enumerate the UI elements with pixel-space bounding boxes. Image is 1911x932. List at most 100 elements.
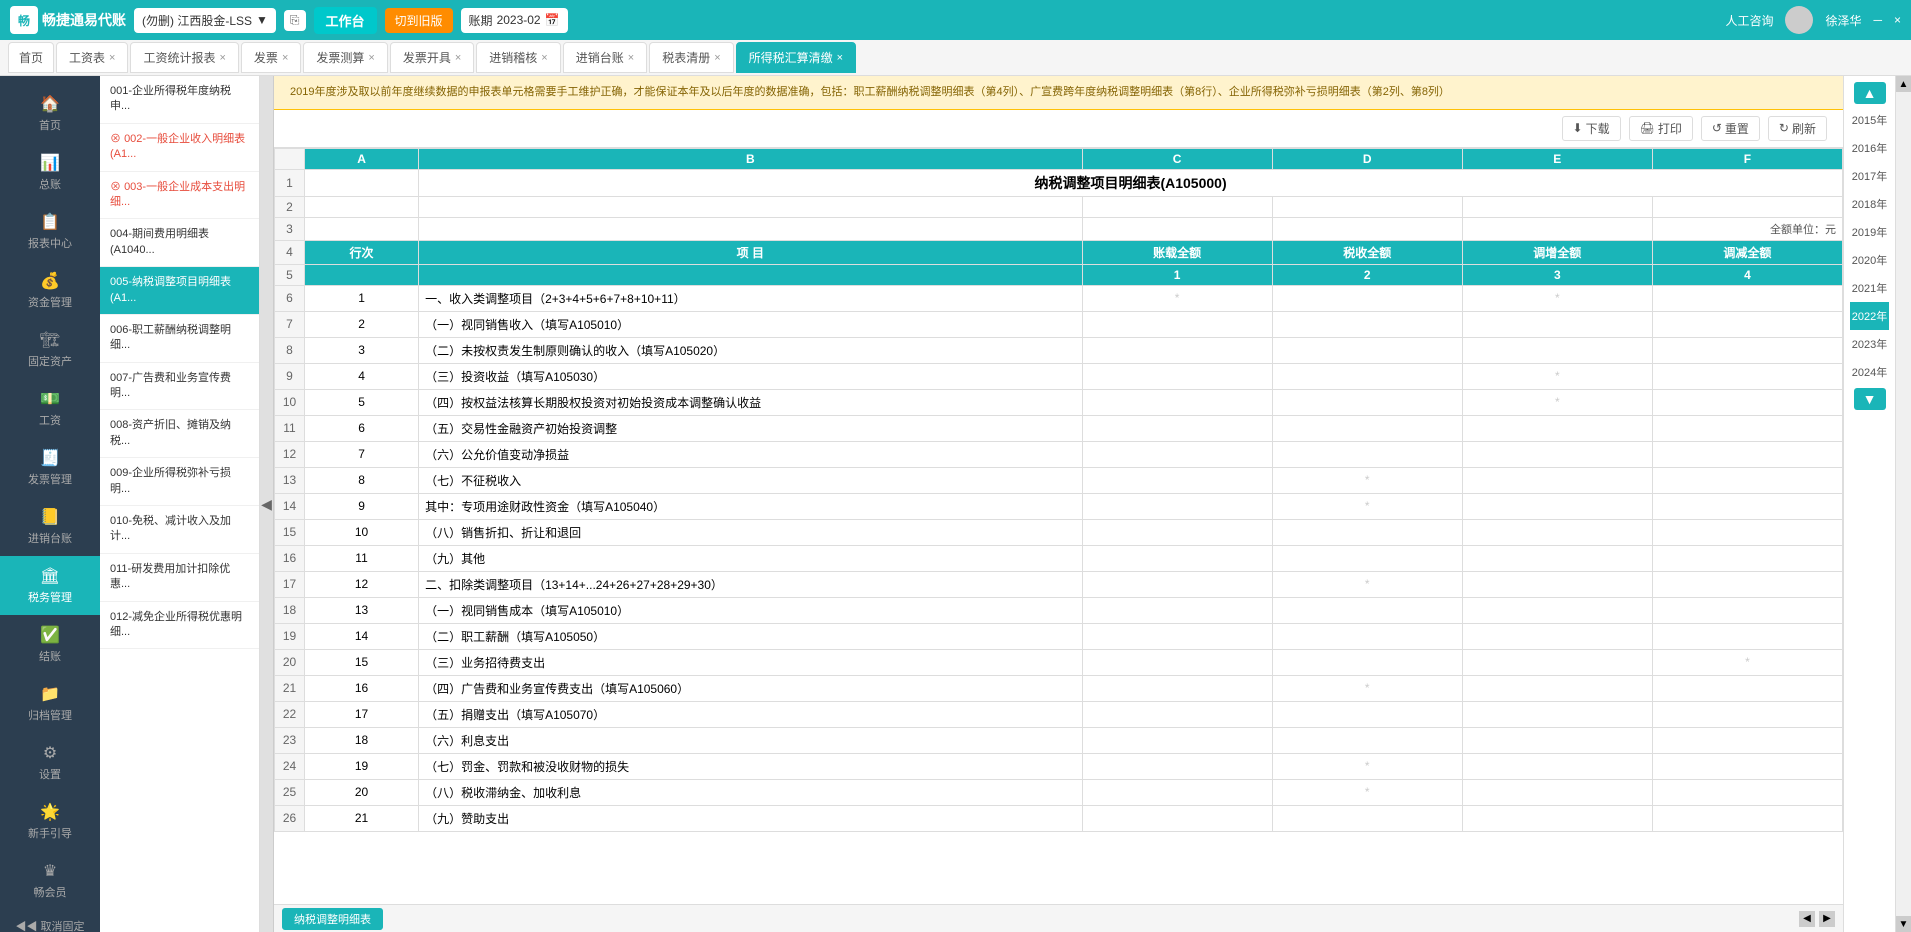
cell-e-7[interactable] bbox=[1462, 311, 1652, 337]
cell-d-17[interactable]: * bbox=[1272, 571, 1462, 597]
cell-e-18[interactable] bbox=[1462, 597, 1652, 623]
cell-f-15[interactable] bbox=[1652, 519, 1842, 545]
cell-c-17[interactable] bbox=[1082, 571, 1272, 597]
cell-e-6[interactable]: * bbox=[1462, 285, 1652, 311]
cell-b-6[interactable]: 一、收入类调整项目（2+3+4+5+6+7+8+10+11） bbox=[419, 285, 1083, 311]
list-item-008[interactable]: 008-资产折旧、摊销及纳税... bbox=[100, 410, 259, 458]
cell-d-11[interactable] bbox=[1272, 415, 1462, 441]
window-minimize[interactable]: ─ bbox=[1873, 13, 1882, 27]
cell-d-6[interactable] bbox=[1272, 285, 1462, 311]
tab-income-tax[interactable]: 所得税汇算清缴 × bbox=[736, 42, 856, 73]
year-item-2020年[interactable]: 2020年 bbox=[1850, 246, 1889, 274]
cell-b-23[interactable]: （六）利息支出 bbox=[419, 727, 1083, 753]
cell-a-22[interactable]: 17 bbox=[305, 701, 419, 727]
cell-e-20[interactable] bbox=[1462, 649, 1652, 675]
scroll-up-button[interactable]: ▲ bbox=[1896, 76, 1911, 92]
cell-f-16[interactable] bbox=[1652, 545, 1842, 571]
scroll-left-button[interactable]: ◀ bbox=[1799, 911, 1815, 927]
list-item-011[interactable]: 011-研发费用加计扣除优惠... bbox=[100, 554, 259, 602]
download-button[interactable]: ⬇ 下载 bbox=[1562, 116, 1621, 141]
cell-b-12[interactable]: （六）公允价值变动净损益 bbox=[419, 441, 1083, 467]
tab-sales-ledger-close[interactable]: × bbox=[628, 52, 634, 64]
list-item-006[interactable]: 006-职工薪酬纳税调整明细... bbox=[100, 315, 259, 363]
cell-d-13[interactable]: * bbox=[1272, 467, 1462, 493]
cell-c-11[interactable] bbox=[1082, 415, 1272, 441]
cell-e-16[interactable] bbox=[1462, 545, 1652, 571]
scroll-right-button[interactable]: ▶ bbox=[1819, 911, 1835, 927]
cell-c-10[interactable] bbox=[1082, 389, 1272, 415]
tab-tax-list-close[interactable]: × bbox=[714, 52, 720, 64]
cell-c-14[interactable] bbox=[1082, 493, 1272, 519]
cell-a-17[interactable]: 12 bbox=[305, 571, 419, 597]
cell-c-22[interactable] bbox=[1082, 701, 1272, 727]
workbench-button[interactable]: 工作台 bbox=[314, 7, 377, 34]
cell-e-12[interactable] bbox=[1462, 441, 1652, 467]
tab-income-tax-close[interactable]: × bbox=[837, 52, 843, 64]
cell-d-22[interactable] bbox=[1272, 701, 1462, 727]
cell-e-23[interactable] bbox=[1462, 727, 1652, 753]
list-item-004[interactable]: 004-期间费用明细表(A1040... bbox=[100, 219, 259, 267]
cell-e-17[interactable] bbox=[1462, 571, 1652, 597]
tab-salary-report[interactable]: 工资统计报表 × bbox=[130, 42, 238, 73]
tab-salary-close[interactable]: × bbox=[109, 52, 115, 64]
year-down-button[interactable]: ▼ bbox=[1854, 388, 1886, 410]
cell-a-10[interactable]: 5 bbox=[305, 389, 419, 415]
tab-invoice-calc[interactable]: 发票测算 × bbox=[303, 42, 387, 73]
company-selector[interactable]: (勿删) 江西股金-LSS ▼ bbox=[134, 8, 276, 33]
copy-button[interactable]: ⎘ bbox=[284, 10, 306, 31]
cell-c-9[interactable] bbox=[1082, 363, 1272, 389]
year-up-button[interactable]: ▲ bbox=[1854, 82, 1886, 104]
year-item-2016年[interactable]: 2016年 bbox=[1850, 134, 1889, 162]
cell-a-12[interactable]: 7 bbox=[305, 441, 419, 467]
year-item-2024年[interactable]: 2024年 bbox=[1850, 358, 1889, 386]
cell-b-19[interactable]: （二）职工薪酬（填写A105050） bbox=[419, 623, 1083, 649]
cell-b-17[interactable]: 二、扣除类调整项目（13+14+...24+26+27+28+29+30） bbox=[419, 571, 1083, 597]
list-item-009[interactable]: 009-企业所得税弥补亏损明... bbox=[100, 458, 259, 506]
cell-b-24[interactable]: （七）罚金、罚款和被没收财物的损失 bbox=[419, 753, 1083, 779]
support-link[interactable]: 人工咨询 bbox=[1725, 12, 1773, 29]
cell-e-21[interactable] bbox=[1462, 675, 1652, 701]
cell-b-26[interactable]: （九）赞助支出 bbox=[419, 805, 1083, 831]
cell-c-12[interactable] bbox=[1082, 441, 1272, 467]
cell-f-12[interactable] bbox=[1652, 441, 1842, 467]
list-item-001[interactable]: 001-企业所得税年度纳税申... bbox=[100, 76, 259, 124]
cell-b-21[interactable]: （四）广告费和业务宣传费支出（填写A105060） bbox=[419, 675, 1083, 701]
sidebar-item-tax[interactable]: 🏛 税务管理 bbox=[0, 556, 100, 615]
cell-d-7[interactable] bbox=[1272, 311, 1462, 337]
cell-f-20[interactable]: * bbox=[1652, 649, 1842, 675]
cell-d-15[interactable] bbox=[1272, 519, 1462, 545]
cell-f-6[interactable] bbox=[1652, 285, 1842, 311]
cell-a-18[interactable]: 13 bbox=[305, 597, 419, 623]
period-selector[interactable]: 账期 2023-02 📅 bbox=[461, 8, 568, 33]
sidebar-item-ledger[interactable]: 📊 总账 bbox=[0, 143, 100, 202]
cell-e-24[interactable] bbox=[1462, 753, 1652, 779]
cell-b-14[interactable]: 其中：专项用途财政性资金（填写A105040） bbox=[419, 493, 1083, 519]
cell-d-18[interactable] bbox=[1272, 597, 1462, 623]
cell-b-9[interactable]: （三）投资收益（填写A105030） bbox=[419, 363, 1083, 389]
cell-f-7[interactable] bbox=[1652, 311, 1842, 337]
cell-d-25[interactable]: * bbox=[1272, 779, 1462, 805]
cell-d-10[interactable] bbox=[1272, 389, 1462, 415]
list-item-002[interactable]: ⊗ 002-一般企业收入明细表(A1... bbox=[100, 124, 259, 172]
cell-f-17[interactable] bbox=[1652, 571, 1842, 597]
tab-salary[interactable]: 工资表 × bbox=[56, 42, 128, 73]
cell-c-24[interactable] bbox=[1082, 753, 1272, 779]
cell-f-23[interactable] bbox=[1652, 727, 1842, 753]
cell-b-11[interactable]: （五）交易性金融资产初始投资调整 bbox=[419, 415, 1083, 441]
window-close[interactable]: × bbox=[1894, 13, 1901, 27]
year-item-2023年[interactable]: 2023年 bbox=[1850, 330, 1889, 358]
cell-a-25[interactable]: 20 bbox=[305, 779, 419, 805]
cell-e-10[interactable]: * bbox=[1462, 389, 1652, 415]
cell-a-24[interactable]: 19 bbox=[305, 753, 419, 779]
cell-d-21[interactable]: * bbox=[1272, 675, 1462, 701]
cell-b-18[interactable]: （一）视同销售成本（填写A105010） bbox=[419, 597, 1083, 623]
cell-e-13[interactable] bbox=[1462, 467, 1652, 493]
tab-sales-check-close[interactable]: × bbox=[541, 52, 547, 64]
sidebar-item-home[interactable]: 🏠 首页 bbox=[0, 84, 100, 143]
cell-c-8[interactable] bbox=[1082, 337, 1272, 363]
cell-f-26[interactable] bbox=[1652, 805, 1842, 831]
cell-c-23[interactable] bbox=[1082, 727, 1272, 753]
cell-c-16[interactable] bbox=[1082, 545, 1272, 571]
cell-c-18[interactable] bbox=[1082, 597, 1272, 623]
cell-b-25[interactable]: （八）税收滞纳金、加收利息 bbox=[419, 779, 1083, 805]
